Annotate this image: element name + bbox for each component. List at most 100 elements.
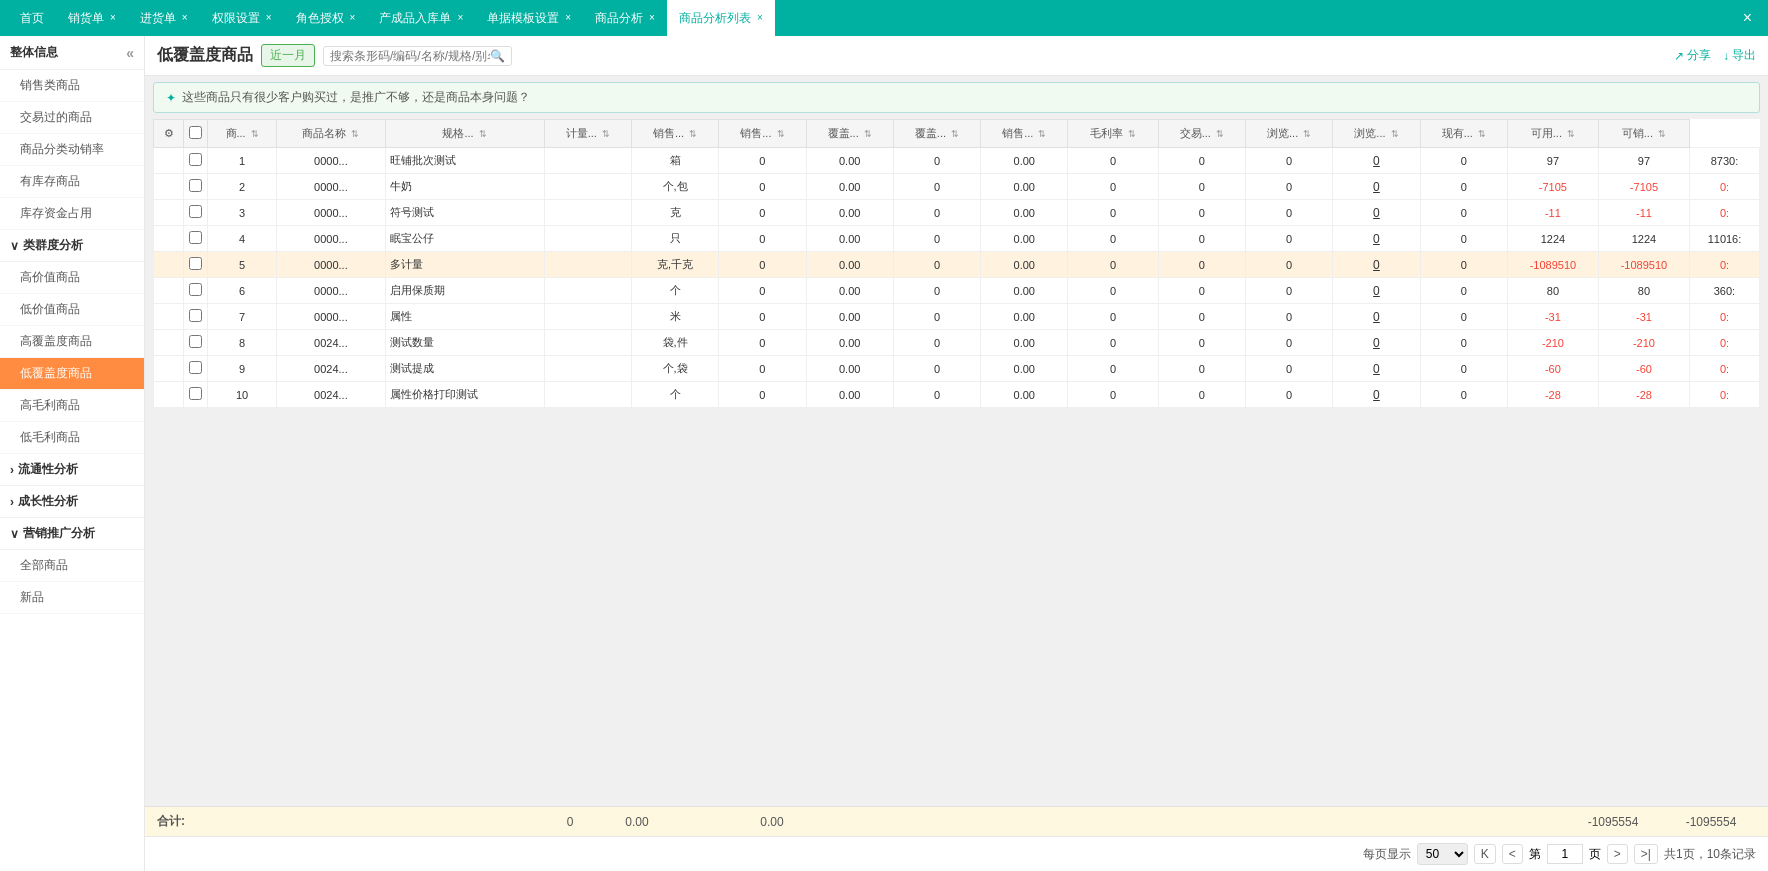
row-checkbox[interactable] xyxy=(189,231,202,244)
cell-browse1[interactable]: 0 xyxy=(1333,356,1420,382)
nav-product-analysis-list-close[interactable]: × xyxy=(757,0,763,36)
period-button[interactable]: 近一月 xyxy=(261,44,315,67)
sidebar-group2-title[interactable]: ∨ 类群度分析 xyxy=(0,230,144,262)
cell-checkbox[interactable] xyxy=(184,330,208,356)
sidebar-collapse-btn[interactable]: « xyxy=(126,45,134,61)
sidebar-item-traded-goods[interactable]: 交易过的商品 xyxy=(0,102,144,134)
cell-browse1[interactable]: 0 xyxy=(1333,330,1420,356)
col-current[interactable]: 现有... ⇅ xyxy=(1420,120,1507,148)
cell-browse1[interactable]: 0 xyxy=(1333,200,1420,226)
cell-browse1[interactable]: 0 xyxy=(1333,382,1420,408)
nav-purchase-close[interactable]: × xyxy=(182,0,188,36)
nav-sales-close[interactable]: × xyxy=(110,0,116,36)
row-checkbox[interactable] xyxy=(189,335,202,348)
sidebar-group3-title[interactable]: › 流通性分析 xyxy=(0,454,144,486)
col-name[interactable]: 商品名称 ⇅ xyxy=(277,120,385,148)
row-checkbox[interactable] xyxy=(189,205,202,218)
sidebar-item-low-coverage[interactable]: 低覆盖度商品 xyxy=(0,358,144,390)
nav-finished-goods-close[interactable]: × xyxy=(457,0,463,36)
cell-checkbox[interactable] xyxy=(184,148,208,174)
col-code[interactable]: 商... ⇅ xyxy=(208,120,277,148)
nav-purchase[interactable]: 进货单 × xyxy=(128,0,200,36)
sidebar-overall-header[interactable]: 整体信息 « xyxy=(0,36,144,70)
col-trade[interactable]: 交易... ⇅ xyxy=(1158,120,1245,148)
sidebar-group5-title[interactable]: ∨ 营销推广分析 xyxy=(0,518,144,550)
col-sales2[interactable]: 销售... ⇅ xyxy=(981,120,1068,148)
cell-checkbox[interactable] xyxy=(184,278,208,304)
nav-roles-close[interactable]: × xyxy=(350,0,356,36)
nav-finished-goods[interactable]: 产成品入库单 × xyxy=(367,0,475,36)
sidebar-group4-title[interactable]: › 成长性分析 xyxy=(0,486,144,518)
sidebar-item-inventory-capital[interactable]: 库存资金占用 xyxy=(0,198,144,230)
cell-checkbox[interactable] xyxy=(184,304,208,330)
sidebar-item-new-goods[interactable]: 新品 xyxy=(0,582,144,614)
col-sales-qty[interactable]: 销售... ⇅ xyxy=(631,120,718,148)
sidebar-item-high-value[interactable]: 高价值商品 xyxy=(0,262,144,294)
current-page-input[interactable] xyxy=(1547,844,1583,864)
row-checkbox[interactable] xyxy=(189,257,202,270)
nav-product-analysis-close[interactable]: × xyxy=(649,0,655,36)
col-browse1[interactable]: 浏览... ⇅ xyxy=(1246,120,1333,148)
row-checkbox[interactable] xyxy=(189,179,202,192)
first-page-btn[interactable]: K xyxy=(1474,844,1496,864)
export-button[interactable]: ↓ 导出 xyxy=(1723,47,1756,64)
col-available[interactable]: 可用... ⇅ xyxy=(1507,120,1598,148)
cell-browse1[interactable]: 0 xyxy=(1333,148,1420,174)
nav-home[interactable]: 首页 xyxy=(8,0,56,36)
cell-browse1[interactable]: 0 xyxy=(1333,304,1420,330)
col-sales-amt[interactable]: 销售... ⇅ xyxy=(719,120,806,148)
col-settings[interactable]: ⚙ xyxy=(154,120,184,148)
col-coverage1[interactable]: 覆盖... ⇅ xyxy=(806,120,893,148)
last-page-btn[interactable]: >| xyxy=(1634,844,1658,864)
cell-browse1[interactable]: 0 xyxy=(1333,278,1420,304)
cell-checkbox[interactable] xyxy=(184,252,208,278)
search-icon[interactable]: 🔍 xyxy=(490,49,505,63)
row-checkbox[interactable] xyxy=(189,283,202,296)
col-gross-rate[interactable]: 毛利率 ⇅ xyxy=(1068,120,1158,148)
page-size-select[interactable]: 50 100 200 xyxy=(1417,843,1468,865)
sidebar-item-high-coverage[interactable]: 高覆盖度商品 xyxy=(0,326,144,358)
cell-browse1[interactable]: 0 xyxy=(1333,174,1420,200)
sidebar-item-all-goods[interactable]: 全部商品 xyxy=(0,550,144,582)
nav-roles[interactable]: 角色授权 × xyxy=(284,0,368,36)
prev-page-btn[interactable]: < xyxy=(1502,844,1523,864)
cell-available: -60 xyxy=(1598,356,1689,382)
nav-template-close[interactable]: × xyxy=(565,0,571,36)
cell-checkbox[interactable] xyxy=(184,174,208,200)
cell-browse1[interactable]: 0 xyxy=(1333,226,1420,252)
window-close-button[interactable]: × xyxy=(1735,9,1760,27)
col-unit[interactable]: 计量... ⇅ xyxy=(544,120,631,148)
search-input[interactable] xyxy=(330,49,490,63)
col-spec[interactable]: 规格... ⇅ xyxy=(385,120,544,148)
nav-template-settings[interactable]: 单据模板设置 × xyxy=(475,0,583,36)
cell-checkbox[interactable] xyxy=(184,226,208,252)
nav-sales[interactable]: 销货单 × xyxy=(56,0,128,36)
sidebar-item-category-turnover[interactable]: 商品分类动销率 xyxy=(0,134,144,166)
select-all-checkbox[interactable] xyxy=(189,126,202,139)
cell-browse1[interactable]: 0 xyxy=(1333,252,1420,278)
share-button[interactable]: ↗ 分享 xyxy=(1674,47,1711,64)
cell-checkbox[interactable] xyxy=(184,200,208,226)
cell-checkbox[interactable] xyxy=(184,356,208,382)
col-saleable[interactable]: 可销... ⇅ xyxy=(1598,120,1689,148)
nav-permissions-close[interactable]: × xyxy=(266,0,272,36)
row-checkbox[interactable] xyxy=(189,387,202,400)
col-checkbox[interactable] xyxy=(184,120,208,148)
row-checkbox[interactable] xyxy=(189,153,202,166)
total-label: 合计: xyxy=(157,813,185,830)
sidebar-item-in-stock[interactable]: 有库存商品 xyxy=(0,166,144,198)
sidebar-item-high-margin[interactable]: 高毛利商品 xyxy=(0,390,144,422)
next-page-btn[interactable]: > xyxy=(1607,844,1628,864)
nav-permissions[interactable]: 权限设置 × xyxy=(200,0,284,36)
col-coverage2[interactable]: 覆盖... ⇅ xyxy=(893,120,980,148)
row-checkbox[interactable] xyxy=(189,361,202,374)
cell-checkbox[interactable] xyxy=(184,382,208,408)
sidebar-item-low-value[interactable]: 低价值商品 xyxy=(0,294,144,326)
sidebar-item-low-margin[interactable]: 低毛利商品 xyxy=(0,422,144,454)
nav-product-analysis-list[interactable]: 商品分析列表 × xyxy=(667,0,775,36)
table-container[interactable]: ⚙ 商... ⇅ 商品名称 ⇅ 规格... ⇅ 计量... ⇅ 销售... ⇅ … xyxy=(145,119,1768,806)
row-checkbox[interactable] xyxy=(189,309,202,322)
nav-product-analysis[interactable]: 商品分析 × xyxy=(583,0,667,36)
col-browse2[interactable]: 浏览... ⇅ xyxy=(1333,120,1420,148)
sidebar-item-sales-goods[interactable]: 销售类商品 xyxy=(0,70,144,102)
